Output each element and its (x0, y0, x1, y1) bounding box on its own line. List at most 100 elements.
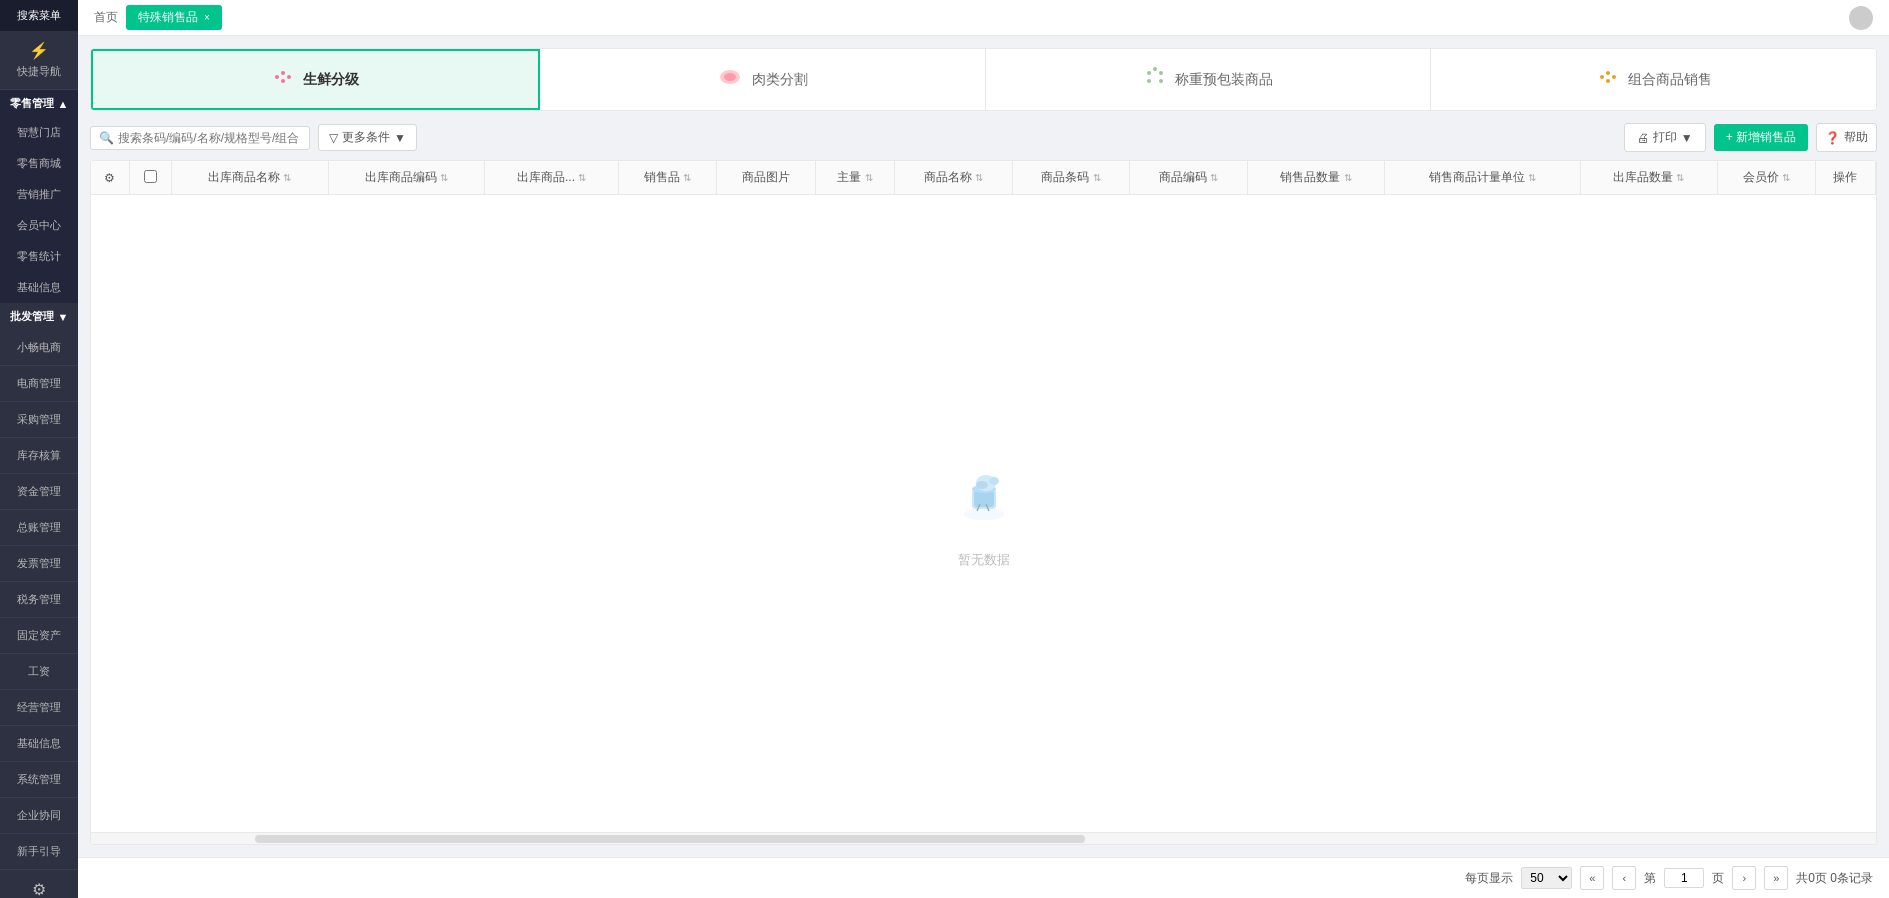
sidebar-item-fixed-assets[interactable]: 固定资产 (0, 618, 78, 654)
tab-close-icon[interactable]: × (204, 12, 210, 23)
tab-weigh-pack[interactable]: 称重预包装商品 (986, 49, 1432, 110)
select-all-checkbox[interactable] (144, 170, 157, 183)
col-goods-name[interactable]: 商品名称 ⇅ (894, 161, 1012, 195)
sidebar-item-new-guide[interactable]: 新手引导 (0, 834, 78, 870)
page-suffix: 页 (1712, 870, 1724, 887)
horizontal-scrollbar[interactable] (91, 832, 1876, 844)
system-manage-label: 系统管理 (17, 772, 61, 787)
print-button[interactable]: 🖨 打印 ▼ (1624, 123, 1706, 152)
print-dropdown-icon: ▼ (1681, 131, 1693, 145)
sidebar-item-smart-store[interactable]: 智慧门店 (0, 117, 78, 148)
filter-button[interactable]: ▽ 更多条件 ▼ (318, 124, 417, 151)
col-checkbox[interactable] (129, 161, 171, 195)
sidebar-item-wholesale-manage[interactable]: 批发管理 ▼ (0, 303, 78, 330)
tab-meat-cut-label: 肉类分割 (752, 71, 808, 89)
company-agreement-label: 企业协同 (17, 808, 61, 823)
sidebar-item-member-center[interactable]: 会员中心 (0, 210, 78, 241)
sidebar-item-tax-manage[interactable]: 税务管理 (0, 582, 78, 618)
sidebar-item-retail-stats[interactable]: 零售统计 (0, 241, 78, 272)
new-goods-button[interactable]: + 新增销售品 (1714, 124, 1808, 151)
sidebar-item-basic-info2[interactable]: 基础信息 (0, 726, 78, 762)
sidebar-item-basic-info[interactable]: 基础信息 (0, 272, 78, 303)
col-member-price[interactable]: 会员价 ⇅ (1717, 161, 1815, 195)
per-page-label: 每页显示 (1465, 870, 1513, 887)
col-goods-name-label: 商品名称 (924, 170, 972, 184)
sidebar-item-inventory-check[interactable]: 库存核算 (0, 438, 78, 474)
col-sale-qty[interactable]: 销售品数量 ⇅ (1247, 161, 1384, 195)
active-tab[interactable]: 特殊销售品 × (126, 5, 222, 30)
sidebar-item-ecom-manage[interactable]: 电商管理 (0, 366, 78, 402)
svg-point-21 (976, 481, 988, 489)
search-input[interactable] (118, 131, 298, 145)
sidebar-item-wages[interactable]: 工资 (0, 654, 78, 690)
content-area: 生鲜分级 肉类分割 (78, 36, 1889, 857)
meat-cut-icon (716, 65, 744, 94)
topbar: 首页 特殊销售品 × (78, 0, 1889, 36)
wholesale-manage-label: 批发管理 (10, 309, 54, 324)
sort-icon-10: ⇅ (1528, 172, 1536, 183)
sidebar-item-invoice-manage[interactable]: 发票管理 (0, 546, 78, 582)
scrollbar-thumb[interactable] (255, 835, 1085, 843)
col-member-price-label: 会员价 (1743, 170, 1779, 184)
sidebar-item-ops-manage[interactable]: 经营管理 (0, 690, 78, 726)
sidebar-item-purchase-manage[interactable]: 采购管理 (0, 402, 78, 438)
chevron-icon: ▲ (58, 98, 69, 110)
sort-icon-11: ⇅ (1676, 172, 1684, 183)
search-icon: 🔍 (99, 131, 114, 145)
fixed-assets-label: 固定资产 (17, 628, 61, 643)
sidebar-item-mini-ecom[interactable]: 小畅电商 (0, 330, 78, 366)
table-header-row: ⚙ 出库商品名称 ⇅ 出库商品编码 ⇅ (91, 161, 1876, 195)
home-link[interactable]: 首页 (94, 9, 118, 26)
svg-point-15 (964, 508, 1004, 520)
col-out-qty[interactable]: 出库品数量 ⇅ (1580, 161, 1717, 195)
last-page-button[interactable]: » (1764, 866, 1788, 890)
sidebar: 搜索菜单 ⚡ 快捷导航 零售管理 ▲ 智慧门店 零售商城 营销推广 会员中心 零… (0, 0, 78, 898)
sidebar-item-finance-manage[interactable]: 资金管理 (0, 474, 78, 510)
col-settings[interactable]: ⚙ (91, 161, 129, 195)
per-page-select[interactable]: 50 10 20 100 (1521, 867, 1572, 889)
tab-combo-goods[interactable]: 组合商品销售 (1431, 49, 1876, 110)
tab-fresh-grade[interactable]: 生鲜分级 (91, 49, 540, 110)
user-avatar (1849, 6, 1873, 30)
data-table: ⚙ 出库商品名称 ⇅ 出库商品编码 ⇅ (91, 161, 1876, 195)
col-out-goods-code[interactable]: 出库商品编码 ⇅ (328, 161, 485, 195)
page-number-input[interactable] (1664, 868, 1704, 888)
col-out-goods-spec-label: 出库商品... (517, 170, 575, 184)
search-box[interactable]: 🔍 (90, 126, 310, 150)
col-sale-goods[interactable]: 销售品 ⇅ (619, 161, 717, 195)
tab-weigh-pack-label: 称重预包装商品 (1175, 71, 1273, 89)
filter-icon: ▽ (329, 131, 338, 145)
data-table-container: ⚙ 出库商品名称 ⇅ 出库商品编码 ⇅ (90, 160, 1877, 845)
gear-button[interactable]: ⚙ (0, 870, 78, 898)
svg-point-6 (1147, 71, 1151, 75)
col-out-goods-spec[interactable]: 出库商品... ⇅ (485, 161, 619, 195)
empty-state: 暂无数据 (91, 195, 1876, 832)
new-goods-label: + 新增销售品 (1726, 129, 1796, 146)
col-sale-unit[interactable]: 销售商品计量单位 ⇅ (1384, 161, 1580, 195)
svg-point-2 (287, 75, 291, 79)
sidebar-item-quick-nav[interactable]: ⚡ 快捷导航 (0, 31, 78, 90)
col-goods-code[interactable]: 商品编码 ⇅ (1130, 161, 1248, 195)
sidebar-item-retail-mall[interactable]: 零售商城 (0, 148, 78, 179)
general-ledger-label: 总账管理 (17, 520, 61, 535)
col-main-weight[interactable]: 主量 ⇅ (816, 161, 895, 195)
col-goods-barcode[interactable]: 商品条码 ⇅ (1012, 161, 1130, 195)
help-button[interactable]: ❓ 帮助 (1816, 123, 1877, 152)
sidebar-item-retail-manage[interactable]: 零售管理 ▲ (0, 90, 78, 117)
col-out-goods-name-label: 出库商品名称 (208, 170, 280, 184)
next-page-button[interactable]: › (1732, 866, 1756, 890)
sidebar-item-general-ledger[interactable]: 总账管理 (0, 510, 78, 546)
svg-point-8 (1159, 71, 1163, 75)
help-label: 帮助 (1844, 129, 1868, 146)
tab-meat-cut[interactable]: 肉类分割 (540, 49, 986, 110)
toolbar: 🔍 ▽ 更多条件 ▼ 🖨 打印 ▼ + 新增销售品 ❓ 帮助 (90, 123, 1877, 152)
first-page-button[interactable]: « (1580, 866, 1604, 890)
col-action-label: 操作 (1833, 170, 1857, 184)
prev-page-button[interactable]: ‹ (1612, 866, 1636, 890)
col-out-goods-name[interactable]: 出库商品名称 ⇅ (171, 161, 328, 195)
svg-point-11 (1600, 75, 1604, 79)
sidebar-item-company-agreement[interactable]: 企业协同 (0, 798, 78, 834)
sidebar-item-system-manage[interactable]: 系统管理 (0, 762, 78, 798)
tab-label: 特殊销售品 (138, 9, 198, 26)
sidebar-item-sales-promo[interactable]: 营销推广 (0, 179, 78, 210)
